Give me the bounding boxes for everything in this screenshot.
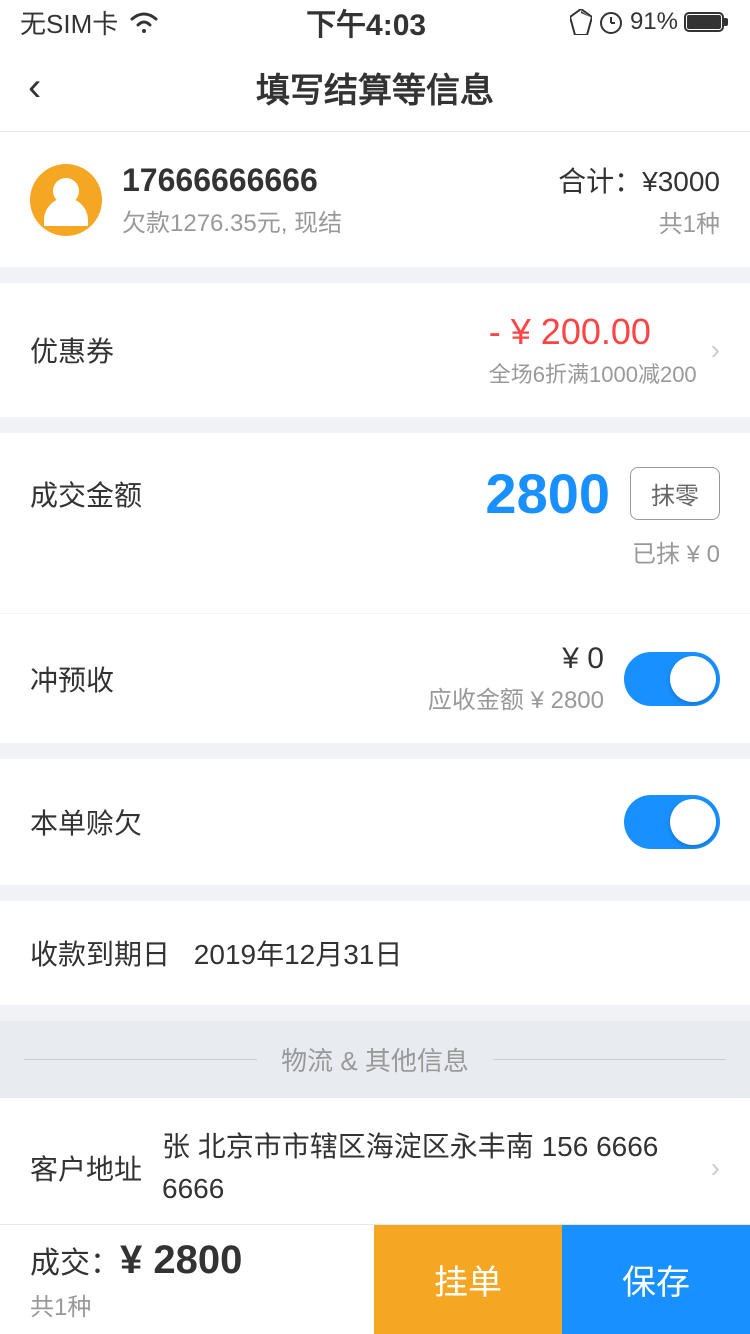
page-title: 填写结算等信息 [256,63,494,112]
prereceive-toggle[interactable] [624,652,720,706]
save-button[interactable]: 保存 [562,1225,750,1334]
status-left: 无SIM卡 [20,4,162,41]
duedate-label: 收款到期日 [30,939,170,970]
deal-label: 成交金额 [30,474,142,514]
status-right: 91% [570,8,730,36]
bottom-summary: 成交：¥ 2800 共1种 [0,1238,374,1322]
deal-section: 成交金额 2800 抹零 已抹 ¥ 0 冲预收 ¥ 0 应收金额 ¥ 2800 [0,433,750,743]
back-button[interactable]: ‹ [28,65,41,110]
debit-row: 本单赊欠 [0,759,750,885]
battery-icon [684,10,730,34]
debit-toggle[interactable] [624,795,720,849]
prereceive-sub: 应收金额 ¥ 2800 [428,680,604,715]
deal-sub-text: 已抹 ¥ 0 [30,534,720,569]
duedate-section: 收款到期日 2019年12月31日 [0,901,750,1005]
nav-bar: ‹ 填写结算等信息 [0,44,750,132]
coupon-section: 优惠券 - ¥ 200.00 全场6折满1000减200 › [0,283,750,417]
duedate-value: 2019年12月31日 [194,939,403,970]
debit-label: 本单赊欠 [30,802,142,842]
address-label: 客户地址 [30,1148,142,1188]
round-button[interactable]: 抹零 [630,467,720,520]
divider-line-left [24,1059,257,1060]
divider-line-right [493,1059,726,1060]
coupon-row[interactable]: 优惠券 - ¥ 200.00 全场6折满1000减200 › [0,283,750,417]
bottom-count: 共1种 [30,1287,344,1322]
prereceive-label: 冲预收 [30,659,114,699]
coupon-amount: - ¥ 200.00 [489,311,697,353]
bottom-amount: ¥ 2800 [120,1238,242,1282]
customer-info-left: 17666666666 欠款1276.35元, 现结 [30,162,342,238]
customer-card: 17666666666 欠款1276.35元, 现结 合计：¥3000 共1种 [0,132,750,267]
customer-debt: 欠款1276.35元, 现结 [122,203,342,238]
prereceive-amount: ¥ 0 [428,642,604,676]
address-section: 客户地址 张 北京市市辖区海淀区永丰南 156 6666 6666 › [0,1098,750,1238]
deal-amount-value: 2800 [485,461,610,526]
coupon-right: - ¥ 200.00 全场6折满1000减200 › [489,311,720,389]
avatar [30,164,102,236]
status-time: 下午4:03 [306,0,426,44]
prereceive-right: ¥ 0 应收金额 ¥ 2800 [428,642,720,715]
deal-amount-row: 成交金额 2800 抹零 已抹 ¥ 0 [0,433,750,597]
deal-row: 成交金额 2800 抹零 [30,461,720,526]
prereceive-values: ¥ 0 应收金额 ¥ 2800 [428,642,604,715]
sim-status: 无SIM卡 [20,4,118,41]
status-bar: 无SIM卡 下午4:03 91% [0,0,750,44]
bottom-deal-row: 成交：¥ 2800 [30,1238,344,1283]
address-value: 张 北京市市辖区海淀区永丰南 156 6666 6666 [162,1126,711,1210]
bottom-deal-label: 成交： [30,1247,120,1280]
divider-section: 物流 & 其他信息 [0,1021,750,1098]
debit-section: 本单赊欠 [0,759,750,885]
wifi-icon [126,9,162,35]
battery-percent: 91% [630,8,678,36]
divider-text: 物流 & 其他信息 [281,1041,469,1078]
total-amount: 合计：¥3000 [558,160,720,200]
duedate-row: 收款到期日 2019年12月31日 [0,901,750,1005]
address-row[interactable]: 客户地址 张 北京市市辖区海淀区永丰南 156 6666 6666 › [0,1098,750,1238]
alarm-icon [598,9,624,35]
customer-info: 17666666666 欠款1276.35元, 现结 [122,162,342,238]
total-count: 共1种 [558,204,720,239]
location-icon [570,9,592,35]
bottom-bar: 成交：¥ 2800 共1种 挂单 保存 [0,1224,750,1334]
customer-total: 合计：¥3000 共1种 [558,160,720,239]
address-chevron-icon: › [711,1152,720,1184]
coupon-desc: 全场6折满1000减200 [489,357,697,389]
chevron-right-icon: › [711,334,720,366]
bottom-buttons: 挂单 保存 [374,1225,750,1334]
deal-value-wrap: 2800 抹零 [485,461,720,526]
customer-phone: 17666666666 [122,162,342,199]
coupon-label: 优惠券 [30,330,114,370]
prereceive-row: 冲预收 ¥ 0 应收金额 ¥ 2800 [0,613,750,743]
pending-button[interactable]: 挂单 [374,1225,562,1334]
